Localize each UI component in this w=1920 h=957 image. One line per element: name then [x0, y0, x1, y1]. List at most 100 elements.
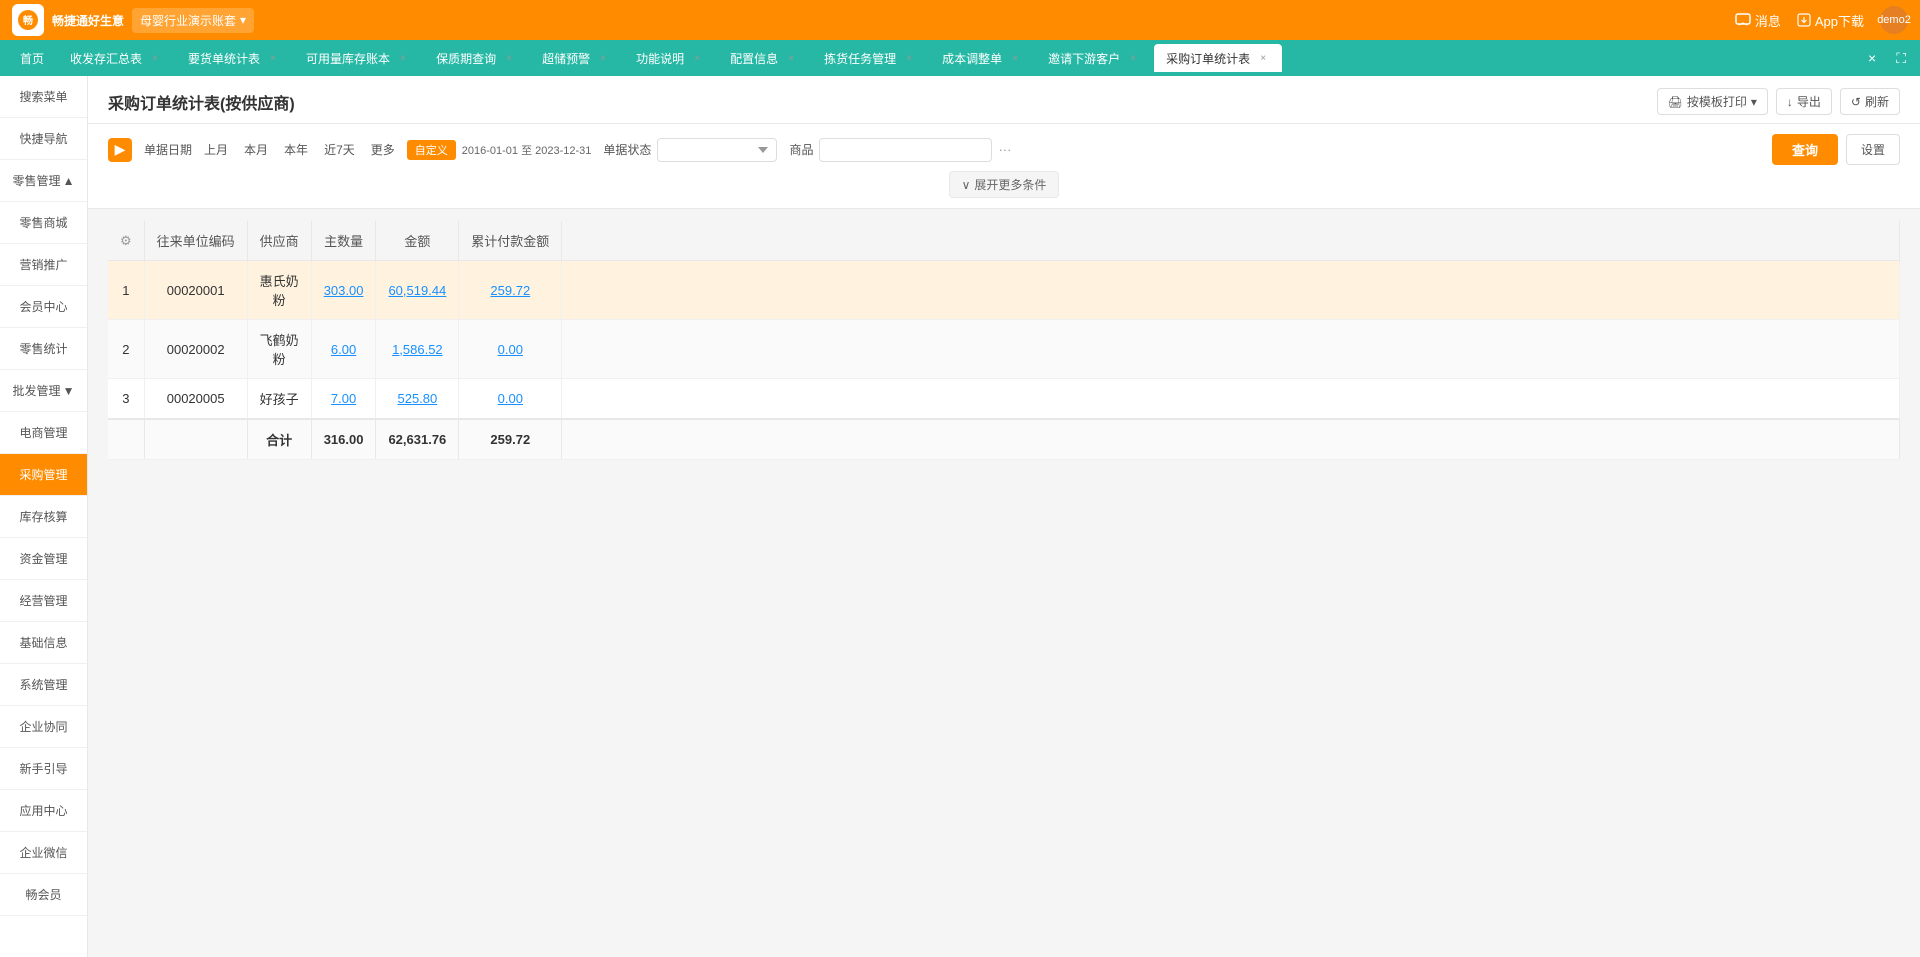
tab-receive-summary[interactable]: 收发存汇总表 ×	[58, 44, 174, 72]
export-icon: ↓	[1787, 95, 1793, 109]
table-row: 1 00020001 惠氏奶粉 303.00 60,519.44 259.72	[108, 261, 1900, 320]
tab-overstock[interactable]: 超储预警 ×	[530, 44, 622, 72]
tab-close-icon[interactable]: ×	[148, 51, 162, 65]
chevron-down-icon: ▲	[63, 174, 75, 188]
sidebar-item-system-mgmt[interactable]: 系统管理	[0, 664, 87, 706]
date-shortcut-7days[interactable]: 近7天	[318, 139, 361, 160]
footer-paid: 259.72	[459, 419, 562, 460]
tab-close-icon[interactable]: ×	[690, 51, 704, 65]
sidebar-item-retail-mall[interactable]: 零售商城	[0, 202, 87, 244]
main-layout: 搜索菜单 快捷导航 零售管理 ▲ 零售商城 营销推广 会员中心 零售统计 批发管…	[0, 76, 1920, 957]
cell-paid[interactable]: 259.72	[459, 261, 562, 320]
tab-function-desc[interactable]: 功能说明 ×	[624, 44, 716, 72]
sidebar-item-new-guide[interactable]: 新手引导	[0, 748, 87, 790]
filter-goods-group: 商品 ···	[789, 138, 1011, 162]
filter-status-group: 单据状态	[603, 138, 777, 162]
printer-icon: 🖨	[1668, 95, 1683, 109]
col-settings-header: ⚙	[108, 221, 144, 261]
tab-close-icon[interactable]: ×	[1008, 51, 1022, 65]
tab-label: 收发存汇总表	[70, 50, 142, 67]
tab-close-icon[interactable]: ×	[502, 51, 516, 65]
message-btn[interactable]: 消息	[1735, 11, 1781, 30]
sidebar-item-enterprise-wechat[interactable]: 企业微信	[0, 832, 87, 874]
cell-qty[interactable]: 303.00	[311, 261, 376, 320]
sidebar-item-retail-management[interactable]: 零售管理 ▲	[0, 160, 87, 202]
sidebar-item-search-menu[interactable]: 搜索菜单	[0, 76, 87, 118]
filter-action-buttons: 查询 设置	[1772, 134, 1900, 165]
date-shortcut-this-year[interactable]: 本年	[278, 139, 314, 160]
tab-close-icon[interactable]: ×	[396, 51, 410, 65]
template-print-button[interactable]: 🖨 按模板打印 ▾	[1657, 88, 1768, 115]
tab-shelf-life[interactable]: 保质期查询 ×	[424, 44, 528, 72]
date-shortcut-last-month[interactable]: 上月	[198, 139, 234, 160]
filter-toggle-button[interactable]: ▶	[108, 138, 132, 162]
filter-row-2: ∨ 展开更多条件	[108, 171, 1900, 198]
table-row: 2 00020002 飞鹤奶粉 6.00 1,586.52 0.00	[108, 320, 1900, 379]
table-row: 3 00020005 好孩子 7.00 525.80 0.00	[108, 379, 1900, 420]
tab-label: 成本调整单	[942, 50, 1002, 67]
sidebar-item-wholesale-mgmt[interactable]: 批发管理 ▼	[0, 370, 87, 412]
sidebar-item-enterprise-collab[interactable]: 企业协同	[0, 706, 87, 748]
tab-close-icon[interactable]: ×	[596, 51, 610, 65]
sidebar-item-member[interactable]: 畅会员	[0, 874, 87, 916]
tab-purchase-summary[interactable]: 采购订单统计表 ×	[1154, 44, 1282, 72]
tab-close-icon[interactable]: ×	[1256, 51, 1270, 65]
export-button[interactable]: ↓ 导出	[1776, 88, 1832, 115]
tab-label: 配置信息	[730, 50, 778, 67]
status-filter-label: 单据状态	[603, 141, 651, 158]
cell-paid[interactable]: 0.00	[459, 379, 562, 420]
refresh-button[interactable]: ↺ 刷新	[1840, 88, 1900, 115]
table-header: ⚙ 往来单位编码 供应商 主数量 金额 累计付款金额	[108, 221, 1900, 261]
sidebar-item-ecommerce-mgmt[interactable]: 电商管理	[0, 412, 87, 454]
tab-order-summary[interactable]: 要货单统计表 ×	[176, 44, 292, 72]
date-shortcut-more[interactable]: 更多	[365, 139, 401, 160]
goods-input[interactable]	[819, 138, 992, 162]
sidebar-item-basic-info[interactable]: 基础信息	[0, 622, 87, 664]
tab-close-icon[interactable]: ×	[902, 51, 916, 65]
sidebar-item-operation-mgmt[interactable]: 经营管理	[0, 580, 87, 622]
goods-filter-label: 商品	[789, 141, 813, 158]
workspace-label: 母婴行业演示账套	[140, 12, 236, 29]
user-avatar[interactable]: demo2	[1880, 6, 1908, 34]
expand-more-button[interactable]: ∨ 展开更多条件	[949, 171, 1060, 198]
footer-amount: 62,631.76	[376, 419, 459, 460]
tab-close-icon[interactable]: ×	[1126, 51, 1140, 65]
cell-code: 00020001	[144, 261, 247, 320]
sidebar-item-marketing[interactable]: 营销推广	[0, 244, 87, 286]
tab-close-icon[interactable]: ×	[266, 51, 280, 65]
tab-invite-downstream[interactable]: 邀请下游客户 ×	[1036, 44, 1152, 72]
column-settings-icon[interactable]: ⚙	[120, 233, 132, 248]
tab-fullscreen-btn[interactable]: ⛶	[1890, 48, 1912, 69]
sidebar-item-quick-nav[interactable]: 快捷导航	[0, 118, 87, 160]
goods-more-icon[interactable]: ···	[998, 142, 1011, 157]
tab-home[interactable]: 首页	[8, 44, 56, 72]
cell-qty[interactable]: 6.00	[311, 320, 376, 379]
query-button[interactable]: 查询	[1772, 134, 1838, 165]
page-header: 采购订单统计表(按供应商) 🖨 按模板打印 ▾ ↓ 导出 ↺ 刷新	[88, 76, 1920, 124]
tab-stocking-task[interactable]: 拣货任务管理 ×	[812, 44, 928, 72]
cell-qty[interactable]: 7.00	[311, 379, 376, 420]
tab-config-info[interactable]: 配置信息 ×	[718, 44, 810, 72]
custom-date-badge[interactable]: 自定义	[407, 140, 456, 160]
cell-amount[interactable]: 525.80	[376, 379, 459, 420]
sidebar-item-finance-mgmt[interactable]: 资金管理	[0, 538, 87, 580]
filter-bar: ▶ 单据日期 上月 本月 本年 近7天 更多 自定义 2016-01-01 至 …	[88, 124, 1920, 209]
sidebar-item-retail-stats[interactable]: 零售统计	[0, 328, 87, 370]
sidebar-item-member-center[interactable]: 会员中心	[0, 286, 87, 328]
footer-empty-2	[144, 419, 247, 460]
tab-close-all-btn[interactable]: ×	[1862, 48, 1882, 69]
cell-amount[interactable]: 60,519.44	[376, 261, 459, 320]
date-shortcut-this-month[interactable]: 本月	[238, 139, 274, 160]
cell-paid[interactable]: 0.00	[459, 320, 562, 379]
app-download-btn[interactable]: App下载	[1797, 11, 1864, 30]
cell-amount[interactable]: 1,586.52	[376, 320, 459, 379]
sidebar-item-inventory-check[interactable]: 库存核算	[0, 496, 87, 538]
workspace-selector[interactable]: 母婴行业演示账套 ▾	[132, 8, 254, 33]
tab-cost-adjust[interactable]: 成本调整单 ×	[930, 44, 1034, 72]
sidebar-item-purchase-mgmt[interactable]: 采购管理	[0, 454, 87, 496]
tab-close-icon[interactable]: ×	[784, 51, 798, 65]
sidebar-item-app-center[interactable]: 应用中心	[0, 790, 87, 832]
settings-button[interactable]: 设置	[1846, 134, 1900, 165]
tab-available-stock[interactable]: 可用量库存账本 ×	[294, 44, 422, 72]
status-select[interactable]	[657, 138, 777, 162]
